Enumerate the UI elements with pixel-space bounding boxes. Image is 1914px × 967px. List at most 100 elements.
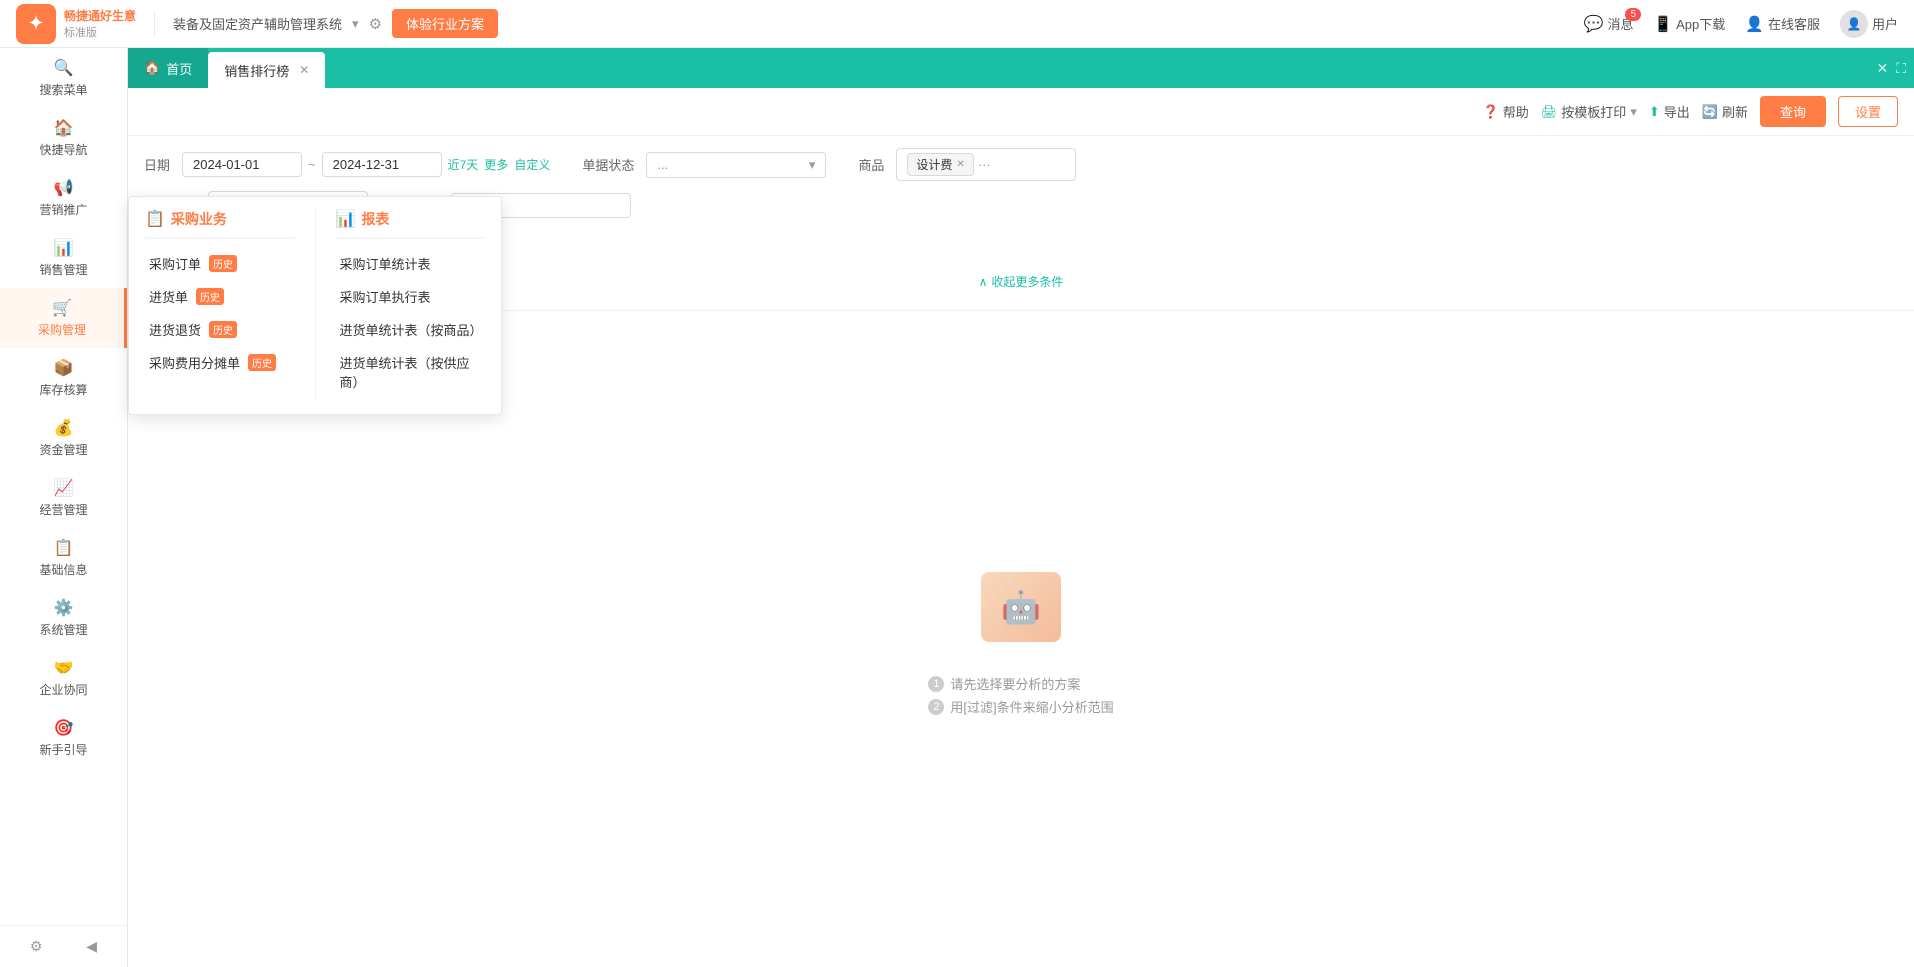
home-tab-icon: 🏠 xyxy=(144,60,160,76)
logo-icon: ✦ xyxy=(16,4,56,44)
sales-icon: 📊 xyxy=(54,238,74,258)
incoming-stats-supplier-label: 进货单统计表（按供应商） xyxy=(340,353,482,391)
sidebar-item-purchase[interactable]: 🛒 采购管理 xyxy=(0,288,127,348)
return-label: 进货退货 xyxy=(149,320,201,339)
industry-btn[interactable]: 体验行业方案 xyxy=(392,9,498,38)
query-btn[interactable]: 查询 xyxy=(1760,96,1826,127)
sidebar-item-sales[interactable]: 📊 销售管理 xyxy=(0,228,127,288)
tab-win-close-btn[interactable]: ✕ xyxy=(1876,60,1888,77)
sidebar-item-system[interactable]: ⚙️ 系统管理 xyxy=(0,588,127,648)
app-title: 畅捷通好生意 xyxy=(64,7,136,24)
online-service-label: 在线客服 xyxy=(1768,14,1820,33)
sidebar-label-guide: 新手引导 xyxy=(39,741,87,758)
app-download-action[interactable]: 📱 App下载 xyxy=(1653,14,1725,33)
top-bar: ✦ 畅捷通好生意 标准版 装备及固定资产辅助管理系统 ▾ ⚙ 体验行业方案 💬 … xyxy=(0,0,1914,48)
goods-tag-close[interactable]: ✕ xyxy=(956,159,964,170)
return-history-tag: 历史 xyxy=(209,321,237,338)
sidebar-item-quick-nav[interactable]: 🏠 快捷导航 xyxy=(0,108,127,168)
refresh-btn[interactable]: 🔄 刷新 xyxy=(1702,102,1748,121)
dropdown-item-incoming-stats-supplier[interactable]: 进货单统计表（按供应商） xyxy=(336,346,486,398)
incoming-stats-goods-label: 进货单统计表（按商品） xyxy=(340,320,482,339)
online-service-action[interactable]: 👤 在线客服 xyxy=(1745,14,1820,33)
sidebar-label-system: 系统管理 xyxy=(39,621,87,638)
sidebar-footer: ⚙ ◀ xyxy=(0,925,127,967)
tab-home[interactable]: 🏠 首页 xyxy=(128,48,208,88)
dropdown-item-incoming-stats-goods[interactable]: 进货单统计表（按商品） xyxy=(336,313,486,346)
expense-history-tag: 历史 xyxy=(248,354,276,371)
sidebar-label-finance: 资金管理 xyxy=(39,441,87,458)
avatar: 👤 xyxy=(1840,10,1868,38)
logo-area: ✦ 畅捷通好生意 标准版 xyxy=(16,4,136,44)
settings-icon[interactable]: ⚙ xyxy=(369,15,382,33)
sidebar-item-finance[interactable]: 💰 资金管理 xyxy=(0,408,127,468)
filter-row-1: 日期 ~ 近7天 更多 自定义 单据状态 ... ▾ xyxy=(144,148,1898,181)
export-icon: ⬆ xyxy=(1649,104,1660,120)
help-btn[interactable]: ❓ 帮助 xyxy=(1483,102,1529,121)
date-quick-7days[interactable]: 近7天 xyxy=(448,156,479,173)
sidebar-label-search: 搜索菜单 xyxy=(39,81,87,98)
incoming-history-tag: 历史 xyxy=(196,288,224,305)
empty-icon-box: 🤖 xyxy=(981,572,1061,642)
export-label: 导出 xyxy=(1664,102,1690,121)
home-icon: 🏠 xyxy=(54,118,74,138)
dropdown-item-purchase-order[interactable]: 采购订单 历史 xyxy=(145,247,295,280)
goods-label: 商品 xyxy=(858,155,884,174)
dropdown-item-expense[interactable]: 采购费用分摊单 历史 xyxy=(145,346,295,379)
sidebar-item-enterprise[interactable]: 🤝 企业协同 xyxy=(0,648,127,708)
order-exec-label: 采购订单执行表 xyxy=(340,287,431,306)
voucher-status-select[interactable]: ... ▾ xyxy=(646,152,826,178)
dropdown-divider xyxy=(315,209,316,398)
tab-bar: 🏠 首页 销售排行榜 ✕ ✕ ⛶ xyxy=(128,48,1914,88)
sidebar-label-marketing: 营销推广 xyxy=(39,201,87,218)
user-action[interactable]: 👤 用户 xyxy=(1840,10,1898,38)
purchase-icon: 🛒 xyxy=(52,298,72,318)
system-title: 装备及固定资产辅助管理系统 xyxy=(173,14,342,33)
user-label: 用户 xyxy=(1872,14,1898,33)
top-bar-right: 💬 5 消息 📱 App下载 👤 在线客服 👤 用户 xyxy=(1584,10,1898,38)
message-icon: 💬 xyxy=(1584,14,1604,34)
empty-tip-2: 2 用[过滤]条件来缩小分析范围 xyxy=(928,697,1113,716)
export-btn[interactable]: ⬆ 导出 xyxy=(1649,102,1690,121)
home-tab-label: 首页 xyxy=(166,59,192,78)
purchase-col-title: 采购业务 xyxy=(171,209,227,229)
sidebar-label-basic: 基础信息 xyxy=(39,561,87,578)
goods-select[interactable]: 设计费 ✕ ··· xyxy=(896,148,1076,181)
purchase-order-history-tag: 历史 xyxy=(209,255,237,272)
dropdown-menu: 📋 采购业务 采购订单 历史 进货单 历史 进货退货 历史 采购费用分摊单 历史 xyxy=(128,196,502,415)
date-quick-more[interactable]: 更多 xyxy=(484,156,508,173)
sidebar-label-sales: 销售管理 xyxy=(39,261,87,278)
dropdown-item-order-stats[interactable]: 采购订单统计表 xyxy=(336,247,486,280)
main-layout: 🔍 搜索菜单 🏠 快捷导航 📢 营销推广 📊 销售管理 🛒 采购管 xyxy=(0,48,1914,967)
empty-tip-1: 1 请先选择要分析的方案 xyxy=(928,674,1113,693)
message-action[interactable]: 💬 5 消息 xyxy=(1584,14,1634,34)
finance-icon: 💰 xyxy=(54,418,74,438)
sidebar-nav: 🔍 搜索菜单 🏠 快捷导航 📢 营销推广 📊 销售管理 🛒 采购管 xyxy=(0,48,127,925)
dropdown-col-report: 📊 报表 采购订单统计表 采购订单执行表 进货单统计表（按商品） 进货单统计表（… xyxy=(320,209,502,398)
sidebar-item-operations[interactable]: 📈 经营管理 xyxy=(0,468,127,528)
tab-win-expand-btn[interactable]: ⛶ xyxy=(1896,60,1906,77)
footer-collapse-btn[interactable]: ◀ xyxy=(86,938,97,955)
footer-settings-btn[interactable]: ⚙ xyxy=(30,938,43,955)
operations-icon: 📈 xyxy=(54,478,74,498)
dropdown-item-return[interactable]: 进货退货 历史 xyxy=(145,313,295,346)
print-btn[interactable]: 🖨 按模板打印 ▾ xyxy=(1541,102,1637,121)
dropdown-arrow-icon[interactable]: ▾ xyxy=(352,16,359,32)
expense-label: 采购费用分摊单 xyxy=(149,353,240,372)
sidebar-item-guide[interactable]: 🎯 新手引导 xyxy=(0,708,127,768)
setting-btn[interactable]: 设置 xyxy=(1838,96,1898,127)
sidebar-item-marketing[interactable]: 📢 营销推广 xyxy=(0,168,127,228)
date-end-input[interactable] xyxy=(322,152,442,177)
message-badge: 5 xyxy=(1625,8,1641,21)
sidebar-item-inventory[interactable]: 📦 库存核算 xyxy=(0,348,127,408)
voucher-status-label: 单据状态 xyxy=(582,155,634,174)
dropdown-item-incoming[interactable]: 进货单 历史 xyxy=(145,280,295,313)
tab-sales-ranking[interactable]: 销售排行榜 ✕ xyxy=(208,52,325,88)
sidebar-item-search[interactable]: 🔍 搜索菜单 xyxy=(0,48,127,108)
sidebar-label-inventory: 库存核算 xyxy=(39,381,87,398)
tab-close-btn[interactable]: ✕ xyxy=(299,63,309,77)
dropdown-item-order-exec[interactable]: 采购订单执行表 xyxy=(336,280,486,313)
date-start-input[interactable] xyxy=(182,152,302,177)
date-quick-custom[interactable]: 自定义 xyxy=(514,156,550,173)
tip-num-1: 1 xyxy=(928,676,944,692)
sidebar-item-basic[interactable]: 📋 基础信息 xyxy=(0,528,127,588)
